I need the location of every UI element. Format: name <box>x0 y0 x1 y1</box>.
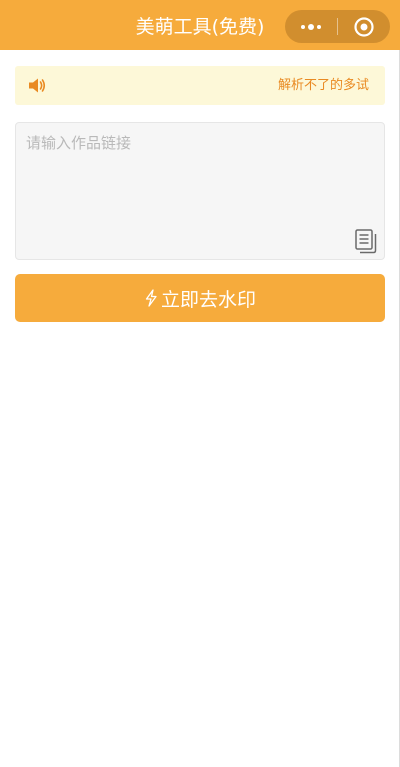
lightning-icon <box>145 289 157 307</box>
more-button[interactable] <box>285 10 337 43</box>
mini-program-capsule <box>285 10 390 43</box>
notice-text: 解析不了的多试 <box>277 78 369 93</box>
remove-watermark-button[interactable]: 立即去水印 <box>15 274 385 322</box>
notice-bar: 解析不了的多试 <box>15 66 385 105</box>
more-dots-icon <box>301 23 321 30</box>
paste-document-icon[interactable] <box>355 229 377 254</box>
target-circle-icon <box>354 16 374 37</box>
link-input-box <box>15 122 385 260</box>
link-input[interactable] <box>16 123 384 259</box>
nav-bar: 美萌工具(免费) <box>0 0 400 50</box>
remove-watermark-label: 立即去水印 <box>160 288 256 311</box>
close-button[interactable] <box>338 10 390 43</box>
speaker-icon <box>29 78 46 93</box>
